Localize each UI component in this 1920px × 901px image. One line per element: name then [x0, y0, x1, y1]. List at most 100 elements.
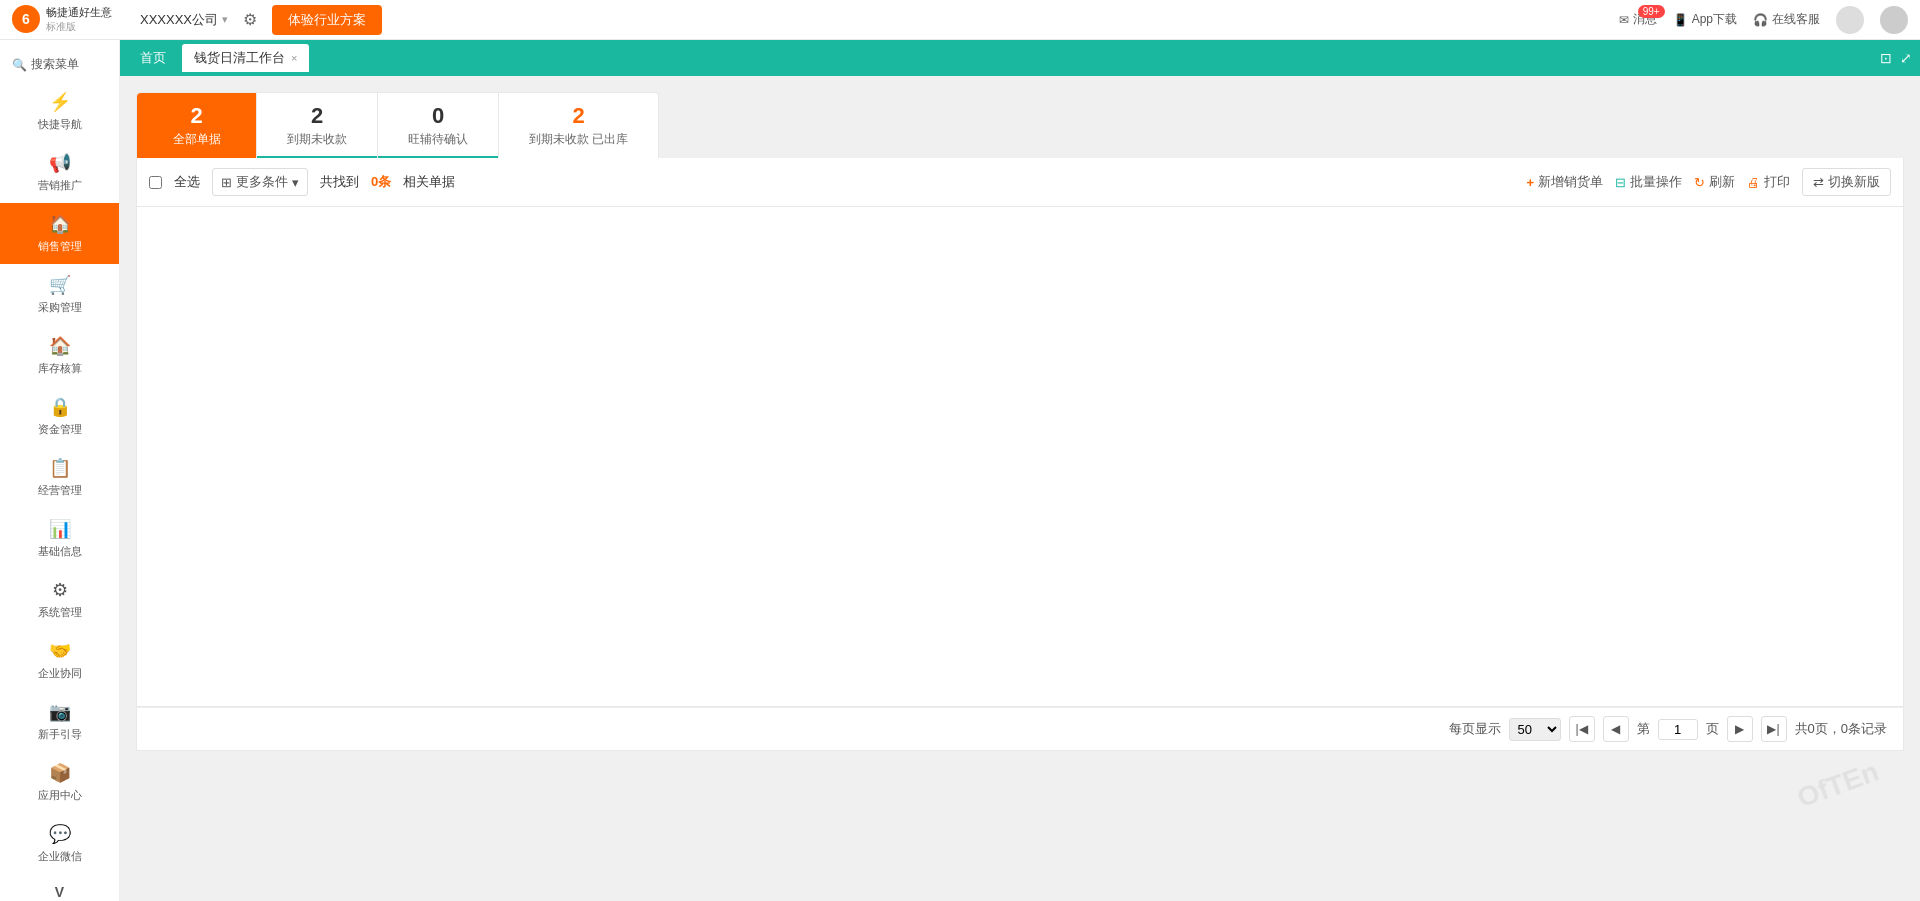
select-all-label: 全选	[174, 173, 200, 191]
member-icon: V	[55, 884, 64, 900]
switch-version-button[interactable]: ⇄ 切换新版	[1802, 168, 1891, 196]
switch-icon: ⇄	[1813, 175, 1824, 190]
company-selector[interactable]: XXXXXX公司 ▾	[140, 11, 228, 29]
finance-icon: 🔒	[49, 396, 71, 418]
sidebar-item-cooperation[interactable]: 🤝 企业协同	[0, 630, 119, 691]
print-icon: 🖨	[1747, 175, 1760, 190]
guide-icon: 📷	[49, 701, 71, 723]
tab-work-bench[interactable]: 钱货日清工作台 ×	[182, 44, 309, 72]
first-page-button[interactable]: |◀	[1569, 716, 1595, 742]
prev-page-button[interactable]: ◀	[1603, 716, 1629, 742]
message-badge: 99+	[1638, 5, 1665, 18]
batch-icon: ⊟	[1615, 175, 1626, 190]
sidebar-item-member[interactable]: V 畅会员	[0, 874, 119, 901]
wechat-icon: 💬	[49, 823, 71, 845]
system-icon: ⚙	[52, 579, 68, 601]
switch-label: 切换新版	[1828, 173, 1880, 191]
select-all-checkbox[interactable]	[149, 176, 162, 189]
refresh-icon: ↻	[1694, 175, 1705, 190]
sidebar-item-label-basic-info: 基础信息	[38, 544, 82, 559]
stats-tabs: 2 全部单据 2 到期未收款 0 旺辅待确认 2 到期未收款 已出库	[136, 92, 659, 158]
sidebar-item-label-sales: 销售管理	[38, 239, 82, 254]
related-text: 相关单据	[403, 173, 455, 191]
user-avatar-2[interactable]	[1880, 6, 1908, 34]
settings-button[interactable]: ⚙	[236, 6, 264, 34]
top-header: 6 畅捷通好生意 标准版 XXXXXX公司 ▾ ⚙ 体验行业方案 ✉ 消息 99…	[0, 0, 1920, 40]
search-icon: 🔍	[12, 58, 27, 72]
filter-button[interactable]: ⊞ 更多条件 ▾	[212, 168, 308, 196]
app-download-action[interactable]: 📱 App下载	[1673, 11, 1737, 28]
app-center-icon: 📦	[49, 762, 71, 784]
sidebar-item-quick-nav[interactable]: ⚡ 快捷导航	[0, 81, 119, 142]
stat-label-all: 全部单据	[173, 131, 221, 148]
stat-tab-all[interactable]: 2 全部单据	[137, 93, 257, 158]
sidebar-item-finance[interactable]: 🔒 资金管理	[0, 386, 119, 447]
message-action[interactable]: ✉ 消息 99+	[1619, 11, 1657, 28]
plus-icon: +	[1526, 175, 1534, 190]
window-expand-icon[interactable]: ⤢	[1900, 50, 1912, 66]
page-input[interactable]	[1658, 719, 1698, 740]
company-name: XXXXXX公司	[140, 11, 218, 29]
sidebar-item-label-marketing: 营销推广	[38, 178, 82, 193]
user-avatar[interactable]	[1836, 6, 1864, 34]
filter-label: 更多条件	[236, 173, 288, 191]
window-restore-icon[interactable]: ⊡	[1880, 50, 1892, 66]
toolbar-right: + 新增销货单 ⊟ 批量操作 ↻ 刷新 🖨 打印 ⇄ 切换新版	[1526, 168, 1891, 196]
pagination-bar: 每页显示 50 100 200 |◀ ◀ 第 页 ▶ ▶| 共0页，0条记录	[136, 707, 1904, 751]
logo-icon: 6	[12, 5, 40, 33]
sidebar-item-sales[interactable]: 🏠 销售管理	[0, 203, 119, 264]
header-left: 6 畅捷通好生意 标准版 XXXXXX公司 ▾ ⚙ 体验行业方案	[12, 5, 382, 35]
batch-op-button[interactable]: ⊟ 批量操作	[1615, 173, 1682, 191]
stat-num-pending: 0	[432, 103, 444, 129]
per-page-label: 每页显示	[1449, 720, 1501, 738]
sidebar-search[interactable]: 🔍 搜索菜单	[0, 48, 119, 81]
add-sale-button[interactable]: + 新增销货单	[1526, 173, 1603, 191]
refresh-button[interactable]: ↻ 刷新	[1694, 173, 1735, 191]
refresh-label: 刷新	[1709, 173, 1735, 191]
print-label: 打印	[1764, 173, 1790, 191]
message-icon: ✉	[1619, 13, 1629, 27]
toolbar: 全选 ⊞ 更多条件 ▾ 共找到 0条 相关单据 + 新增销货单 ⊟ 批量操作 ↻…	[136, 158, 1904, 207]
sidebar-item-inventory[interactable]: 🏠 库存核算	[0, 325, 119, 386]
quick-nav-icon: ⚡	[49, 91, 71, 113]
sidebar-item-basic-info[interactable]: 📊 基础信息	[0, 508, 119, 569]
tab-home[interactable]: 首页	[128, 44, 178, 72]
sidebar-item-app-center[interactable]: 📦 应用中心	[0, 752, 119, 813]
sidebar-item-operations[interactable]: 📋 经营管理	[0, 447, 119, 508]
sidebar-item-label-inventory: 库存核算	[38, 361, 82, 376]
print-button[interactable]: 🖨 打印	[1747, 173, 1790, 191]
stat-tab-overdue-out[interactable]: 2 到期未收款 已出库	[499, 93, 658, 158]
sidebar-item-marketing[interactable]: 📢 营销推广	[0, 142, 119, 203]
tab-close-icon[interactable]: ×	[291, 52, 297, 64]
stat-tab-pending[interactable]: 0 旺辅待确认	[378, 93, 499, 158]
online-service-action[interactable]: 🎧 在线客服	[1753, 11, 1820, 28]
table-area	[136, 207, 1904, 707]
logo-text-area: 畅捷通好生意 标准版	[46, 5, 112, 33]
sidebar-search-label: 搜索菜单	[31, 56, 79, 73]
trial-button[interactable]: 体验行业方案	[272, 5, 382, 35]
last-page-button[interactable]: ▶|	[1761, 716, 1787, 742]
stat-tab-overdue[interactable]: 2 到期未收款	[257, 93, 378, 158]
add-sale-label: 新增销货单	[1538, 173, 1603, 191]
sidebar-item-system[interactable]: ⚙ 系统管理	[0, 569, 119, 630]
sidebar-item-label-guide: 新手引导	[38, 727, 82, 742]
purchase-icon: 🛒	[49, 274, 71, 296]
found-count: 0条	[371, 173, 391, 191]
stat-num-all: 2	[190, 103, 202, 129]
sidebar: 🔍 搜索菜单 ⚡ 快捷导航 📢 营销推广 🏠 销售管理 🛒 采购管理 🏠 库存核…	[0, 0, 120, 901]
company-dropdown-icon: ▾	[222, 13, 228, 26]
operations-icon: 📋	[49, 457, 71, 479]
found-text: 共找到	[320, 173, 359, 191]
page-label-2: 页	[1706, 720, 1719, 738]
stat-tab-underline-pending	[378, 156, 498, 158]
filter-chevron-icon: ▾	[292, 175, 299, 190]
next-page-button[interactable]: ▶	[1727, 716, 1753, 742]
per-page-select[interactable]: 50 100 200	[1509, 718, 1561, 741]
stat-label-overdue-out: 到期未收款 已出库	[529, 131, 628, 148]
stat-num-overdue: 2	[311, 103, 323, 129]
brand-name: 畅捷通好生意	[46, 5, 112, 19]
sidebar-item-purchase[interactable]: 🛒 采购管理	[0, 264, 119, 325]
sidebar-item-guide[interactable]: 📷 新手引导	[0, 691, 119, 752]
total-text: 共0页，0条记录	[1795, 720, 1887, 738]
sidebar-item-wechat[interactable]: 💬 企业微信	[0, 813, 119, 874]
